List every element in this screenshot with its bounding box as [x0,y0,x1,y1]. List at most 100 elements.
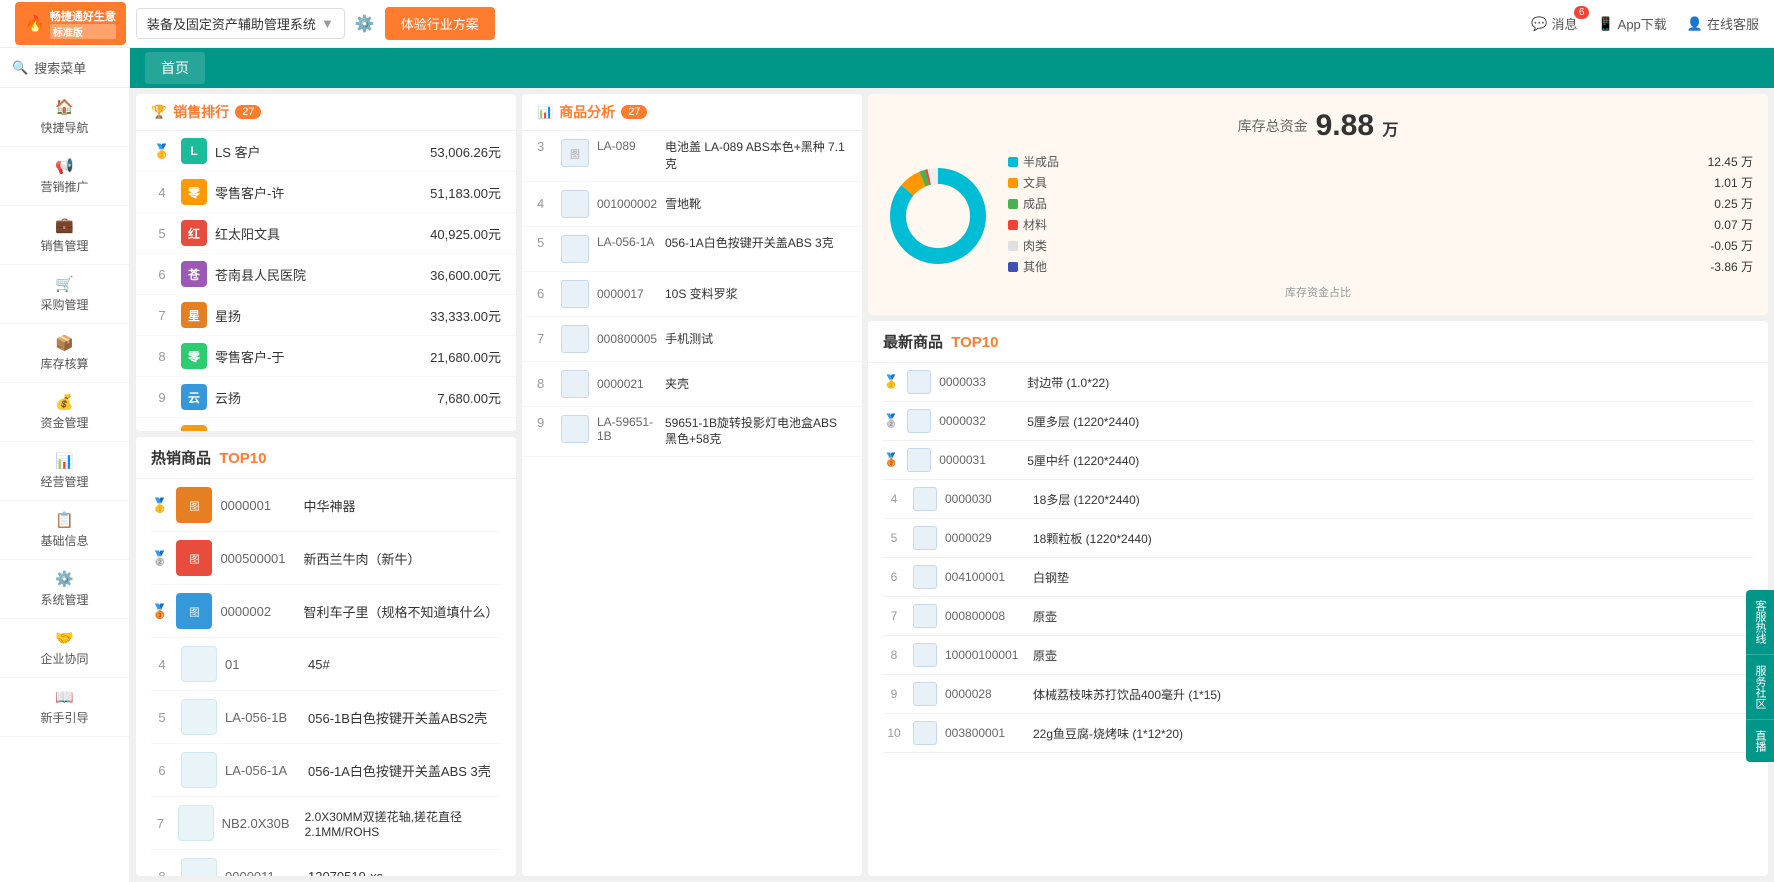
product-analysis-list: 3 图 LA-089 电池盖 LA-089 ABS本色+黑种 7.1克 4 00… [522,131,862,876]
hot-rank-medal-3: 🥉 [151,603,168,620]
sidebar-item-enterprise[interactable]: 🤝 企业协同 [0,619,129,678]
legend-item-0: 半成品 12.45 万 [1008,153,1753,170]
notifications-badge: 6 [1574,6,1590,19]
sidebar-item-purchase[interactable]: 🛒 采购管理 [0,265,129,324]
tab-home[interactable]: 首页 [145,52,205,84]
product-analysis-row-6[interactable]: 6 0000017 10S 变料罗浆 [522,272,862,317]
new-product-row-4[interactable]: 4 0000030 18多层 (1220*2440) [883,480,1753,519]
float-btn-service[interactable]: 客服热线 [1746,590,1774,655]
hot-product-code-7: NB2.0X30B [222,816,297,831]
sidebar-item-sales[interactable]: 💼 销售管理 [0,206,129,265]
hot-product-row-1[interactable]: 🥇 图 0000001 中华神器 [151,479,501,532]
new-product-row-10[interactable]: 10 003800001 22g鱼豆腐-烧烤味 (1*12*20) [883,714,1753,753]
hot-product-img-placeholder-5 [181,699,217,735]
product-analysis-row-7[interactable]: 7 000800005 手机测试 [522,317,862,362]
trial-button[interactable]: 体验行业方案 [385,7,495,40]
new-product-row-5[interactable]: 5 0000029 18颗粒板 (1220*2440) [883,519,1753,558]
new-product-row-7[interactable]: 7 000800008 原壶 [883,597,1753,636]
hot-product-row-3[interactable]: 🥉 图 0000002 智利车子里（规格不知道填什么） [151,585,501,638]
sidebar-item-navigation[interactable]: 🏠 快捷导航 [0,88,129,147]
sidebar-item-finance[interactable]: 💰 资金管理 [0,383,129,442]
np-code-6: 004100001 [945,570,1025,584]
new-product-row-9[interactable]: 9 0000028 体械荔枝味苏打饮品400毫升 (1*15) [883,675,1753,714]
customer-row-1[interactable]: 🥇 L LS 客户 53,006.26元 [136,131,516,172]
np-img-8 [913,643,937,667]
pa-rank-7: 7 [537,331,553,346]
np-rank-9: 9 [883,687,905,701]
message-icon: 💬 [1531,16,1547,32]
legend-dot-5 [1008,262,1018,272]
settings-icon[interactable]: ⚙️ [355,14,375,34]
np-rank-10: 10 [883,726,905,740]
search-icon: 🔍 [12,60,28,76]
product-analysis-row-4[interactable]: 4 001000002 雪地靴 [522,182,862,227]
new-product-row-2[interactable]: 🥈 0000032 5厘多层 (1220*2440) [883,402,1753,441]
np-rank-4: 4 [883,492,905,506]
pa-img-4 [561,190,589,218]
hot-product-name-2: 新西兰牛肉（新牛） [303,549,420,568]
sidebar-item-inventory[interactable]: 📦 库存核算 [0,324,129,383]
hot-product-name-6: 056-1A白色按键开关盖ABS 3壳 [308,761,491,780]
customer-row-6[interactable]: 6 苍 苍南县人民医院 36,600.00元 [136,254,516,295]
product-analysis-row-3[interactable]: 3 图 LA-089 电池盖 LA-089 ABS本色+黑种 7.1克 [522,131,862,182]
hot-product-row-2[interactable]: 🥈 图 000500001 新西兰牛肉（新牛） [151,532,501,585]
hot-rank-num-6: 6 [151,763,173,778]
system-icon: ⚙️ [55,570,74,588]
online-service-btn[interactable]: 👤 在线客服 [1687,14,1759,33]
pa-rank-8: 8 [537,376,553,391]
system-selector[interactable]: 装备及固定资产辅助管理系统 ▼ [136,8,345,39]
np-name-2: 5厘多层 (1220*2440) [1027,413,1139,430]
pa-code-5: LA-056-1A [597,235,657,249]
new-products-header: 最新商品 TOP10 [868,321,1768,363]
customer-row-5[interactable]: 5 红 红太阳文具 40,925.00元 [136,213,516,254]
product-analysis-row-8[interactable]: 8 0000021 夹壳 [522,362,862,407]
logo-badge: 标准版 [50,24,116,39]
hot-product-code-3: 0000002 [220,604,295,619]
hot-product-row-6[interactable]: 6 LA-056-1A 056-1A白色按键开关盖ABS 3壳 [151,744,501,797]
new-product-row-8[interactable]: 8 10000100001 原壶 [883,636,1753,675]
new-product-row-1[interactable]: 🥇 0000033 封边带 (1.0*22) [883,363,1753,402]
legend-item-2: 成品 0.25 万 [1008,195,1753,212]
product-analysis-row-5[interactable]: 5 LA-056-1A 056-1A白色按键开关盖ABS 3克 [522,227,862,272]
customer-row-8[interactable]: 8 零 零售客户-于 21,680.00元 [136,336,516,377]
new-product-row-3[interactable]: 🥉 0000031 5厘中纤 (1220*2440) [883,441,1753,480]
notifications-btn[interactable]: 💬 消息 6 [1531,14,1577,33]
pa-rank-9: 9 [537,415,553,430]
new-product-row-6[interactable]: 6 004100001 白钢垫 [883,558,1753,597]
system-name: 装备及固定资产辅助管理系统 [147,14,316,33]
hot-product-row-4[interactable]: 4 01 45# [151,638,501,691]
product-analysis-row-9[interactable]: 9 LA-59651-1B 59651-1B旋转投影灯电池盒ABS黑色+58克 [522,407,862,458]
customer-row-4[interactable]: 4 零 零售客户-许 51,183.00元 [136,172,516,213]
search-menu[interactable]: 🔍 搜索菜单 [0,48,129,88]
sidebar-item-guide[interactable]: 📖 新手引导 [0,678,129,737]
service-icon: 👤 [1687,16,1703,32]
new-products-panel: 最新商品 TOP10 🥇 0000033 封边带 (1.0*22) [868,321,1768,876]
customer-amount-5: 40,925.00元 [430,224,501,243]
dropdown-icon: ▼ [321,16,334,31]
np-img-1 [907,370,931,394]
customer-row-9[interactable]: 9 云 云扬 7,680.00元 [136,377,516,418]
pa-img-5 [561,235,589,263]
management-icon: 📊 [55,452,74,470]
pa-rank-4: 4 [537,196,553,211]
float-btn-live[interactable]: 直播 [1746,720,1774,762]
hot-product-row-5[interactable]: 5 LA-056-1B 056-1B白色按键开关盖ABS2壳 [151,691,501,744]
sidebar-item-marketing[interactable]: 📢 营销推广 [0,147,129,206]
hot-product-row-8[interactable]: 8 0000011 12070519-xs [151,850,501,876]
float-buttons: 客服热线 服务社区 直播 [1746,590,1774,762]
sidebar-item-system[interactable]: ⚙️ 系统管理 [0,560,129,619]
online-service-label: 在线客服 [1707,14,1759,33]
customer-avatar-4: 零 [181,179,207,205]
np-code-5: 0000029 [945,531,1025,545]
app-download-btn[interactable]: 📱 App下载 [1597,14,1666,33]
np-rank-5: 5 [883,531,905,545]
sidebar-item-basics[interactable]: 📋 基础信息 [0,501,129,560]
customer-row-7[interactable]: 7 星 星扬 33,333.00元 [136,295,516,336]
np-name-9: 体械荔枝味苏打饮品400毫升 (1*15) [1033,686,1221,703]
hot-product-row-7[interactable]: 7 NB2.0X30B 2.0X30MM双搓花轴,搓花直径2.1MM/ROHS [151,797,501,850]
customer-row-10[interactable]: 10 肖 肖总 7,563.00元 [136,418,516,431]
hot-product-img-1: 图 [176,487,212,523]
sidebar-item-management[interactable]: 📊 经营管理 [0,442,129,501]
rank-num-9: 9 [151,390,173,405]
float-btn-community[interactable]: 服务社区 [1746,655,1774,720]
